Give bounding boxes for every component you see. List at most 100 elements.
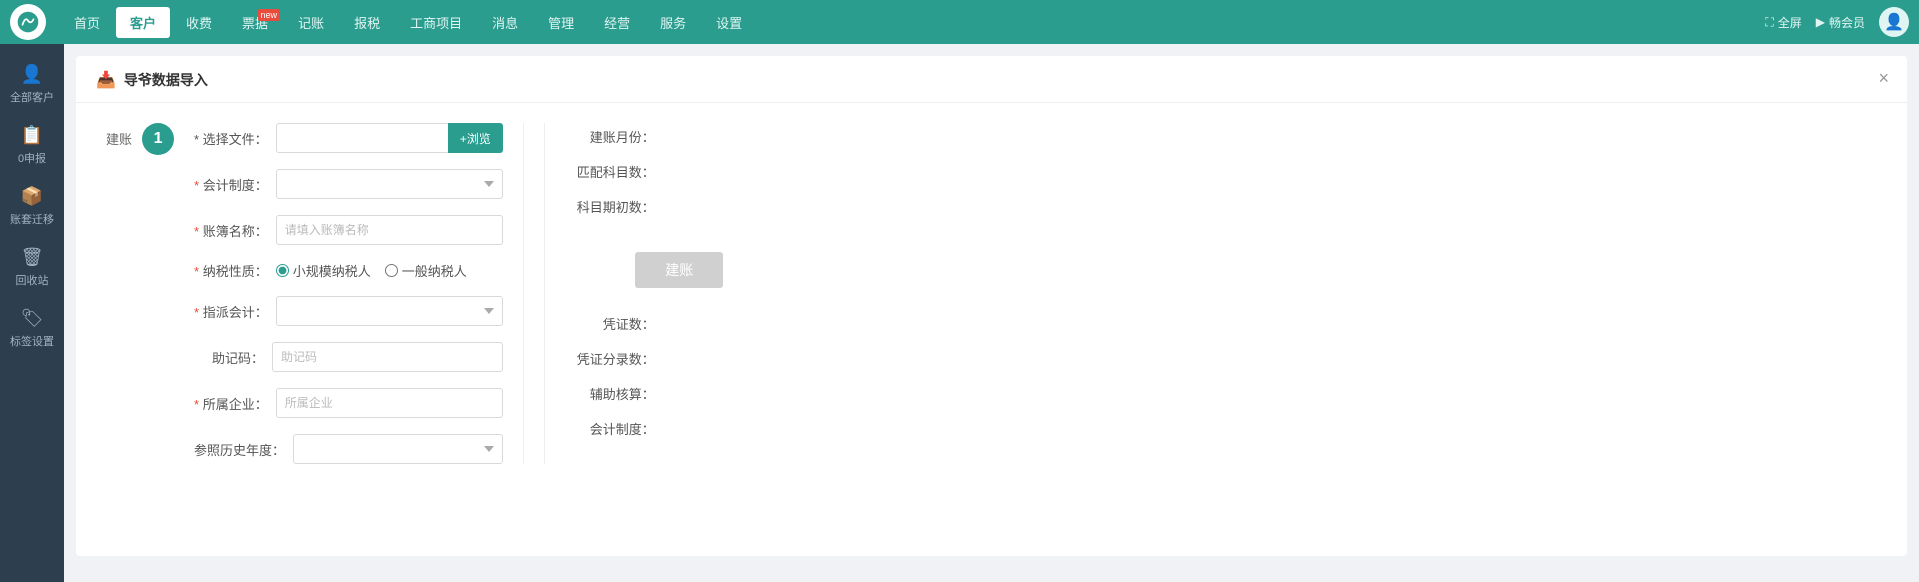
topnav: 首页客户收费票据new记账报税工商项目消息管理经营服务设置 ⛶ 全屏 ▶ 畅会员…	[0, 0, 1919, 44]
browse-button[interactable]: +浏览	[448, 123, 503, 153]
tax-small-radio[interactable]	[276, 264, 289, 277]
logo[interactable]	[10, 4, 46, 40]
nav-item-服务[interactable]: 服务	[646, 7, 700, 38]
ledger-name-row: 账簿名称：	[194, 215, 503, 245]
fullscreen-label: 全屏	[1778, 14, 1802, 31]
step-label: 建账	[106, 129, 132, 148]
topnav-right: ⛶ 全屏 ▶ 畅会员 👤	[1765, 7, 1909, 37]
accountant-row: 指派会计：	[194, 296, 503, 326]
nav-item-票据[interactable]: 票据new	[228, 7, 282, 38]
accounting-system-label: 会计制度：	[194, 175, 268, 194]
voucher-row: 凭证数：	[575, 314, 784, 333]
history-year-label: 参照历史年度：	[194, 440, 285, 459]
nav-item-客户[interactable]: 客户	[116, 7, 170, 38]
tax-small-label[interactable]: 小规模纳税人	[276, 261, 371, 280]
voucher-entries-row: 凭证分录数：	[575, 349, 784, 368]
accounting-system-row: 会计制度：	[194, 169, 503, 199]
nav-item-管理[interactable]: 管理	[534, 7, 588, 38]
accountant-select[interactable]	[276, 296, 503, 326]
tax-radio-group: 小规模纳税人 一般纳税人	[276, 261, 467, 280]
match-subjects-row: 匹配科目数：	[575, 162, 784, 181]
sidebar-item-1[interactable]: 📋 0申报	[0, 115, 64, 176]
file-input[interactable]	[276, 123, 448, 153]
company-row: 所属企业：	[194, 388, 503, 418]
sidebar-item-4[interactable]: 🏷 标签设置	[0, 298, 64, 359]
sidebar-label-4: 标签设置	[10, 333, 54, 349]
file-row: * 选择文件： +浏览	[194, 123, 503, 153]
voucher-label: 凭证数：	[575, 314, 655, 333]
create-account-button[interactable]: 建账	[635, 252, 723, 288]
auxiliary-label: 辅助核算：	[575, 384, 655, 403]
accountant-label: 指派会计：	[194, 302, 268, 321]
avatar[interactable]: 👤	[1879, 7, 1909, 37]
form-left: * 选择文件： +浏览 会计制度：	[194, 123, 503, 464]
import-icon: 📥	[96, 70, 116, 90]
sidebar-label-2: 账套迁移	[10, 211, 54, 227]
sidebar-item-2[interactable]: 📦 账套迁移	[0, 176, 64, 237]
company-label: 所属企业：	[194, 394, 268, 413]
tax-small-text: 小规模纳税人	[293, 261, 371, 280]
file-input-group: +浏览	[276, 123, 503, 153]
sidebar-label-1: 0申报	[18, 150, 46, 166]
tax-type-label: 纳税性质：	[194, 261, 268, 280]
memo-row: 助记码：	[194, 342, 503, 372]
close-button[interactable]: ×	[1878, 68, 1889, 89]
month-row: 建账月份：	[575, 127, 784, 146]
nav-item-记账[interactable]: 记账	[284, 7, 338, 38]
member-label: 畅会员	[1829, 14, 1865, 31]
sidebar-icon-4: 🏷	[21, 308, 44, 329]
nav-item-消息[interactable]: 消息	[478, 7, 532, 38]
memo-label: 助记码：	[194, 348, 264, 367]
right-panel: 建账月份： 匹配科目数： 科目期初数： 建账	[544, 123, 784, 464]
tax-general-text: 一般纳税人	[402, 261, 467, 280]
dialog-header: 📥 导爷数据导入	[76, 56, 1907, 103]
sidebar-label-3: 回收站	[16, 272, 49, 288]
layout: 👤 全部客户 📋 0申报 📦 账套迁移 🗑 回收站 🏷 标签设置 📥 导爷数据导入 × 建账 1	[0, 44, 1919, 582]
voucher-entries-label: 凭证分录数：	[575, 349, 655, 368]
month-label: 建账月份：	[575, 127, 655, 146]
nav-item-首页[interactable]: 首页	[60, 7, 114, 38]
nav-item-经营[interactable]: 经营	[590, 7, 644, 38]
subject-initial-label: 科目期初数：	[575, 197, 655, 216]
history-year-select[interactable]	[293, 434, 503, 464]
nav-item-工商项目[interactable]: 工商项目	[396, 7, 476, 38]
auxiliary-row: 辅助核算：	[575, 384, 784, 403]
step-section: 建账 1	[106, 123, 174, 464]
sidebar-icon-0: 👤	[21, 64, 43, 85]
nav-item-报税[interactable]: 报税	[340, 7, 394, 38]
sidebar-icon-2: 📦	[21, 186, 43, 207]
dialog-body: 建账 1 * 选择文件： +浏览 会计制度：	[76, 103, 1907, 484]
sidebar-item-3[interactable]: 🗑 回收站	[0, 237, 64, 298]
play-icon: ▶	[1816, 15, 1825, 29]
tax-type-row: 纳税性质： 小规模纳税人 一般纳税人	[194, 261, 503, 280]
member-btn[interactable]: ▶ 畅会员	[1816, 14, 1865, 31]
match-subjects-label: 匹配科目数：	[575, 162, 655, 181]
sidebar-label-0: 全部客户	[10, 89, 54, 105]
tax-general-label[interactable]: 一般纳税人	[385, 261, 467, 280]
nav-item-收费[interactable]: 收费	[172, 7, 226, 38]
ledger-name-label: 账簿名称：	[194, 221, 268, 240]
ledger-name-input[interactable]	[276, 215, 503, 245]
badge-new: new	[258, 9, 281, 21]
right-accounting-system-label: 会计制度：	[575, 419, 655, 438]
file-label: * 选择文件：	[194, 129, 268, 148]
dialog-title: 导爷数据导入	[124, 70, 208, 90]
memo-input[interactable]	[272, 342, 503, 372]
dialog-card: 📥 导爷数据导入 × 建账 1 * 选择文件： +浏	[76, 56, 1907, 556]
fullscreen-btn[interactable]: ⛶ 全屏	[1765, 14, 1801, 31]
separator	[523, 123, 524, 464]
tax-general-radio[interactable]	[385, 264, 398, 277]
right-accounting-system-row: 会计制度：	[575, 419, 784, 438]
nav-items: 首页客户收费票据new记账报税工商项目消息管理经营服务设置	[60, 7, 1765, 38]
step-circle: 1	[142, 123, 174, 155]
nav-item-设置[interactable]: 设置	[702, 7, 756, 38]
company-input[interactable]	[276, 388, 503, 418]
sidebar-icon-3: 🗑	[21, 247, 44, 268]
subject-initial-row: 科目期初数：	[575, 197, 784, 216]
history-year-row: 参照历史年度：	[194, 434, 503, 464]
accounting-system-select[interactable]	[276, 169, 503, 199]
sidebar-icon-1: 📋	[21, 125, 43, 146]
main-content: 📥 导爷数据导入 × 建账 1 * 选择文件： +浏	[64, 44, 1919, 582]
sidebar: 👤 全部客户 📋 0申报 📦 账套迁移 🗑 回收站 🏷 标签设置	[0, 44, 64, 582]
sidebar-item-0[interactable]: 👤 全部客户	[0, 54, 64, 115]
